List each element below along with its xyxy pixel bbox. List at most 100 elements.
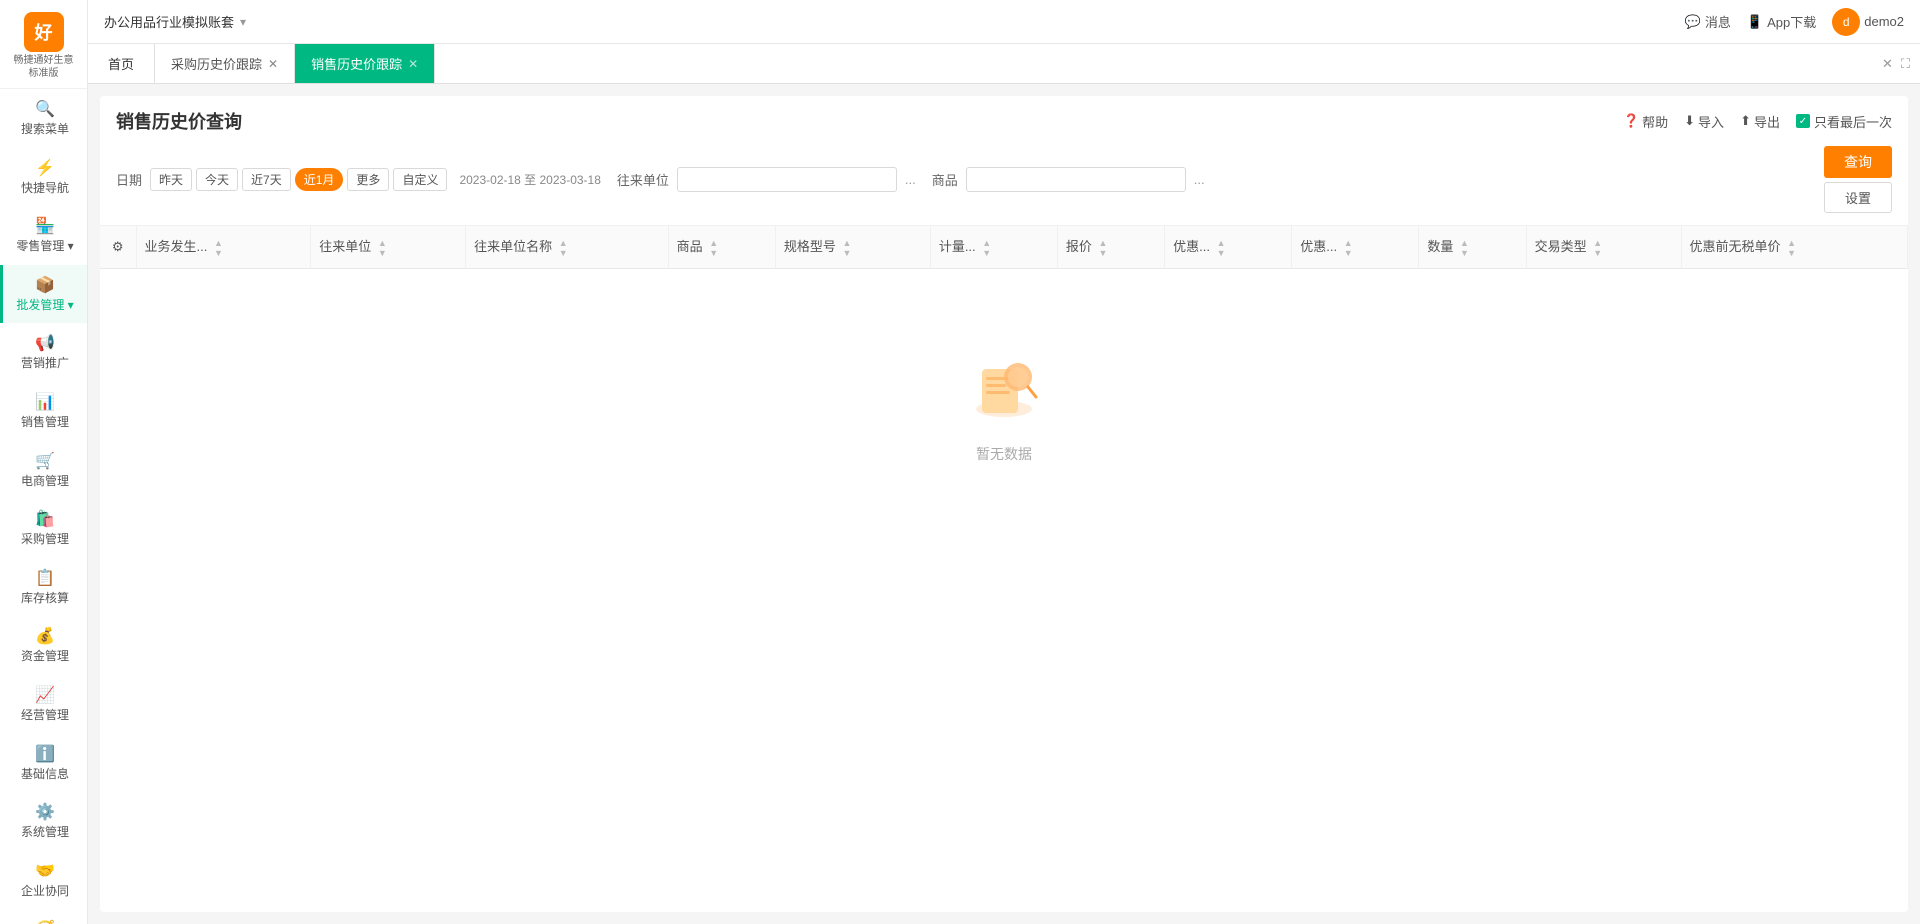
sidebar-icon-purchase: 🛍️ (35, 509, 55, 529)
sidebar-label-inventory: 库存核算 (21, 591, 69, 607)
tab-sales-history-close[interactable]: ✕ (408, 57, 418, 71)
col-biz-date[interactable]: 业务发生... ▲▼ (136, 226, 311, 268)
sidebar-icon-marketing: 📢 (35, 333, 55, 353)
partner-ellipsis[interactable]: ... (905, 172, 916, 187)
sidebar-item-operation[interactable]: 📈 经营管理 (0, 675, 87, 734)
col-goods[interactable]: 商品 ▲▼ (668, 226, 775, 268)
col-unit[interactable]: 计量... ▲▼ (930, 226, 1057, 268)
date-btn-today[interactable]: 今天 (196, 168, 238, 191)
sidebar-label-search: 搜索菜单 (21, 122, 69, 138)
sidebar-item-purchase[interactable]: 🛍️ 采购管理 (0, 499, 87, 558)
avatar: d (1832, 8, 1860, 36)
date-btn-1month[interactable]: 近1月 (295, 168, 344, 191)
close-window-icon[interactable]: ✕ (1882, 56, 1893, 72)
sidebar-label-purchase: 采购管理 (21, 532, 69, 548)
sidebar-label-enterprise: 企业协同 (21, 884, 69, 900)
tab-purchase-history-close[interactable]: ✕ (268, 57, 278, 71)
sidebar-item-inventory[interactable]: 📋 库存核算 (0, 558, 87, 617)
phone-icon: 📱 (1747, 14, 1763, 30)
sidebar-item-basic-info[interactable]: ℹ️ 基础信息 (0, 734, 87, 793)
sidebar-item-ecommerce[interactable]: 🛒 电商管理 (0, 441, 87, 500)
app-download-label: App下载 (1767, 12, 1816, 31)
sidebar: 好 畅捷通好生意标准版 🔍 搜索菜单 ⚡ 快捷导航 🏪 零售管理 ▾ 📦 批发管… (0, 0, 88, 924)
sidebar-label-operation: 经营管理 (21, 708, 69, 724)
user-name: demo2 (1864, 14, 1904, 29)
date-btn-custom[interactable]: 自定义 (393, 168, 447, 191)
col-spec[interactable]: 规格型号 ▲▼ (775, 226, 930, 268)
sidebar-item-enterprise[interactable]: 🤝 企业协同 (0, 851, 87, 910)
sidebar-item-retail[interactable]: 🏪 零售管理 ▾ (0, 206, 87, 265)
sidebar-label-sales-mgmt: 销售管理 (21, 415, 69, 431)
data-table: ⚙ 业务发生... ▲▼ 往来单位 ▲▼ 往来单位名称 ▲▼ 商品 ▲▼ 规格型… (100, 226, 1908, 269)
message-icon: 💬 (1685, 14, 1701, 30)
query-button[interactable]: 查询 (1824, 146, 1892, 178)
col-settings[interactable]: ⚙ (100, 226, 136, 268)
col-qty[interactable]: 数量 ▲▼ (1419, 226, 1526, 268)
sidebar-label-basic-info: 基础信息 (21, 767, 69, 783)
maximize-icon[interactable]: ⛶ (1901, 56, 1910, 72)
message-label: 消息 (1705, 12, 1731, 31)
goods-ellipsis[interactable]: ... (1194, 172, 1205, 187)
tab-sales-history[interactable]: 销售历史价跟踪 ✕ (295, 44, 435, 83)
empty-text: 暂无数据 (976, 444, 1032, 464)
filter-actions: 查询 设置 (1824, 146, 1892, 213)
import-label: 导入 (1698, 112, 1724, 131)
col-discount2[interactable]: 优惠... ▲▼ (1292, 226, 1419, 268)
sidebar-icon-inventory: 📋 (35, 568, 55, 588)
content: 销售历史价查询 ❓ 帮助 ⬇ 导入 ⬆ 导出 ✓ (88, 84, 1920, 924)
sidebar-icon-guide: 🧭 (35, 919, 55, 924)
goods-filter-label: 商品 (932, 170, 958, 189)
partner-input[interactable] (677, 167, 897, 192)
sidebar-item-system[interactable]: ⚙️ 系统管理 (0, 792, 87, 851)
sidebar-label-system: 系统管理 (21, 825, 69, 841)
import-action[interactable]: ⬇ 导入 (1684, 112, 1724, 131)
sidebar-item-finance[interactable]: 💰 资金管理 (0, 616, 87, 675)
top-header: 办公用品行业模拟账套 ▾ 💬 消息 📱 App下载 d demo2 (88, 0, 1920, 44)
sidebar-icon-quick-nav: ⚡ (35, 158, 55, 178)
date-btn-7days[interactable]: 近7天 (242, 168, 291, 191)
tab-home[interactable]: 首页 (88, 44, 155, 83)
sidebar-item-guide[interactable]: 🧭 新手引导 (0, 909, 87, 924)
col-discount1[interactable]: 优惠... ▲▼ (1165, 226, 1292, 268)
tab-purchase-history[interactable]: 采购历史价跟踪 ✕ (155, 44, 295, 83)
sidebar-label-retail: 零售管理 ▾ (16, 239, 73, 255)
page-title-bar: 销售历史价查询 ❓ 帮助 ⬇ 导入 ⬆ 导出 ✓ (100, 96, 1908, 134)
sidebar-icon-sales-mgmt: 📊 (35, 392, 55, 412)
date-range-text: 2023-02-18 至 2023-03-18 (459, 171, 600, 188)
sidebar-item-wholesale[interactable]: 📦 批发管理 ▾ (0, 265, 87, 324)
sidebar-icon-finance: 💰 (35, 626, 55, 646)
message-action[interactable]: 💬 消息 (1685, 12, 1731, 31)
sidebar-item-sales-mgmt[interactable]: 📊 销售管理 (0, 382, 87, 441)
filter-area: 日期 昨天 今天 近7天 近1月 更多 自定义 2023-02-18 至 202… (100, 134, 1908, 226)
col-pre-tax-price[interactable]: 优惠前无税单价 ▲▼ (1681, 226, 1907, 268)
page-title-actions: ❓ 帮助 ⬇ 导入 ⬆ 导出 ✓ 只看最后一次 (1623, 112, 1892, 131)
tabs-bar: 首页 采购历史价跟踪 ✕ 销售历史价跟踪 ✕ ✕ ⛶ (88, 44, 1920, 84)
filter-row-date: 日期 昨天 今天 近7天 近1月 更多 自定义 2023-02-18 至 202… (116, 168, 601, 191)
export-label: 导出 (1754, 112, 1780, 131)
page-wrapper: 销售历史价查询 ❓ 帮助 ⬇ 导入 ⬆ 导出 ✓ (100, 96, 1908, 912)
col-partner-name[interactable]: 往来单位名称 ▲▼ (466, 226, 669, 268)
sidebar-item-marketing[interactable]: 📢 营销推广 (0, 323, 87, 382)
empty-state: 暂无数据 (100, 269, 1908, 544)
sidebar-item-search[interactable]: 🔍 搜索菜单 (0, 89, 87, 148)
sidebar-icon-system: ⚙️ (35, 802, 55, 822)
only-last-label[interactable]: ✓ 只看最后一次 (1796, 112, 1892, 131)
col-partner-code[interactable]: 往来单位 ▲▼ (311, 226, 466, 268)
export-icon: ⬆ (1740, 113, 1751, 129)
date-btn-yesterday[interactable]: 昨天 (150, 168, 192, 191)
date-btn-more[interactable]: 更多 (347, 168, 389, 191)
col-trade-type[interactable]: 交易类型 ▲▼ (1526, 226, 1681, 268)
top-header-title[interactable]: 办公用品行业模拟账套 ▾ (104, 12, 246, 31)
settings-button[interactable]: 设置 (1824, 182, 1892, 213)
col-quote[interactable]: 报价 ▲▼ (1057, 226, 1164, 268)
export-action[interactable]: ⬆ 导出 (1740, 112, 1780, 131)
sidebar-item-quick-nav[interactable]: ⚡ 快捷导航 (0, 148, 87, 207)
app-download-action[interactable]: 📱 App下载 (1747, 12, 1816, 31)
only-last-checkbox[interactable]: ✓ (1796, 114, 1810, 128)
sidebar-icon-ecommerce: 🛒 (35, 451, 55, 471)
help-action[interactable]: ❓ 帮助 (1623, 112, 1668, 131)
user-action[interactable]: d demo2 (1832, 8, 1904, 36)
empty-icon (964, 349, 1044, 432)
goods-input[interactable] (966, 167, 1186, 192)
help-label: 帮助 (1642, 112, 1668, 131)
